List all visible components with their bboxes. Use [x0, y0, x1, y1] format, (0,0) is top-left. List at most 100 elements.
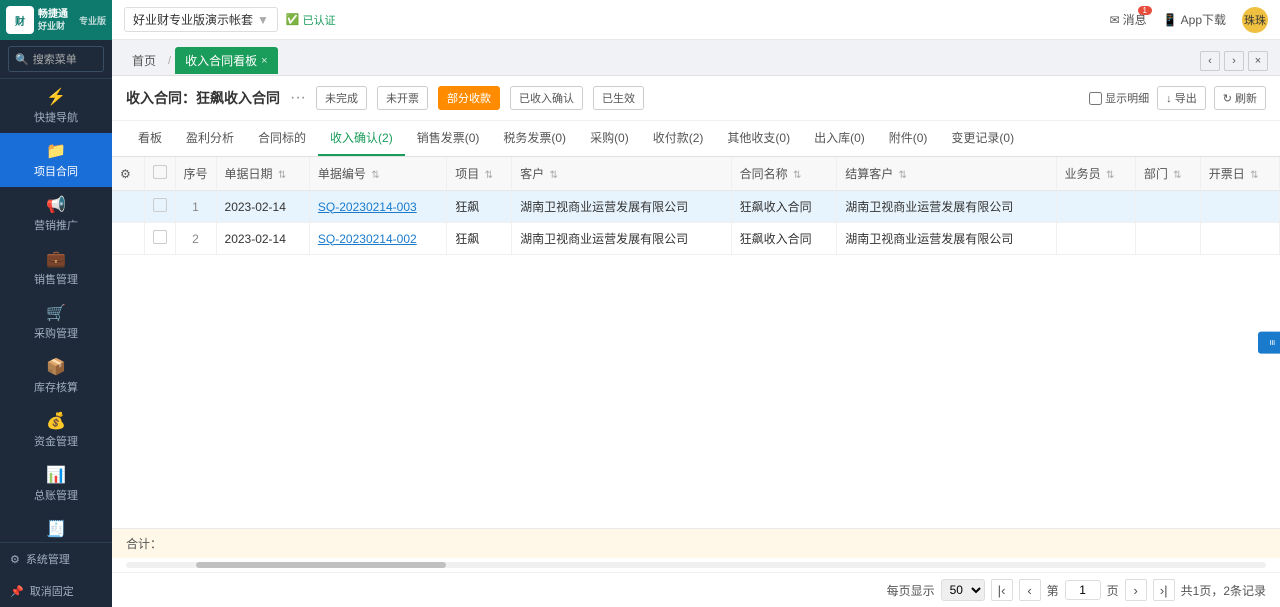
message-button[interactable]: ✉ 消息 1 — [1110, 11, 1147, 28]
td-num-2: 2 — [175, 223, 216, 255]
sub-tab-contract-items[interactable]: 合同标的 — [246, 121, 318, 156]
tab-prev-button[interactable]: ‹ — [1200, 51, 1220, 71]
sort-code-icon[interactable]: ⇅ — [371, 170, 379, 181]
sidebar-item-ledger[interactable]: 📊 总账管理 — [0, 457, 112, 511]
marketing-icon: 📢 — [46, 195, 66, 215]
sub-tab-payment[interactable]: 收付款(2) — [641, 121, 716, 156]
td-project-1: 狂飙 — [447, 191, 512, 223]
sub-tab-sales-invoice[interactable]: 销售发票(0) — [405, 121, 492, 156]
app-download-button[interactable]: 📱 App下载 — [1163, 11, 1226, 28]
page-last-button[interactable]: ›| — [1153, 579, 1175, 601]
page-first-button[interactable]: |‹ — [991, 579, 1013, 601]
refresh-icon: ↻ — [1223, 93, 1232, 105]
sort-settlement-icon[interactable]: ⇅ — [899, 170, 907, 181]
row2-checkbox[interactable] — [153, 230, 167, 244]
tab-close-all-button[interactable]: × — [1248, 51, 1268, 71]
sidebar-item-sales[interactable]: 💼 销售管理 — [0, 241, 112, 295]
invoice-icon: 🧾 — [46, 519, 66, 539]
sidebar-item-project-contract[interactable]: 📁 项目合同 — [0, 133, 112, 187]
sidebar-item-invoice[interactable]: 🧾 发票管理 — [0, 511, 112, 542]
settings-icon[interactable]: ⚙ — [120, 167, 131, 181]
tab-separator: / — [168, 55, 171, 67]
sidebar-item-inventory[interactable]: 📦 库存核算 — [0, 349, 112, 403]
sub-tab-attachments[interactable]: 附件(0) — [877, 121, 940, 156]
export-icon: ↓ — [1166, 93, 1172, 105]
sub-tab-in-out-warehouse[interactable]: 出入库(0) — [802, 121, 877, 156]
page-next-button[interactable]: › — [1125, 579, 1147, 601]
message-icon: ✉ — [1110, 13, 1120, 27]
topbar-right: ✉ 消息 1 📱 App下载 珠珠 — [1110, 7, 1268, 33]
th-project: 项目 ⇅ — [447, 157, 512, 191]
sidebar-item-unpin[interactable]: 📌 取消固定 — [0, 575, 112, 607]
company-selector[interactable]: 好业财专业版演示帐套 ▼ — [124, 7, 278, 32]
status-incomplete-button[interactable]: 未完成 — [316, 86, 367, 110]
tabbar: 首页 / 收入合同看板 × ‹ › × — [112, 40, 1280, 76]
th-settings: ⚙ — [112, 157, 144, 191]
sub-tab-dashboard[interactable]: 看板 — [126, 121, 174, 156]
topbar: 好业财专业版演示帐套 ▼ ✅ 已认证 ✉ 消息 1 📱 App下载 珠珠 — [112, 0, 1280, 40]
inventory-icon: 📦 — [46, 357, 66, 377]
export-button[interactable]: ↓ 导出 — [1157, 86, 1206, 110]
more-options-button[interactable]: ··· — [290, 89, 306, 107]
td-project-2: 狂飙 — [447, 223, 512, 255]
avatar[interactable]: 珠珠 — [1242, 7, 1268, 33]
tab-close-button[interactable]: × — [261, 55, 267, 67]
sidebar-item-finance[interactable]: 💰 资金管理 — [0, 403, 112, 457]
sidebar-search-section: 🔍 搜索菜单 — [0, 40, 112, 79]
page-prev-button[interactable]: ‹ — [1019, 579, 1041, 601]
status-income-confirmed-button[interactable]: 已收入确认 — [510, 86, 583, 110]
table-row: 1 2023-02-14 SQ-20230214-003 狂飙 湖南卫视商业运营… — [112, 191, 1280, 223]
sort-project-icon[interactable]: ⇅ — [485, 170, 493, 181]
status-uninvoiced-button[interactable]: 未开票 — [377, 86, 428, 110]
sort-customer-icon[interactable]: ⇅ — [550, 170, 558, 181]
tab-next-button[interactable]: › — [1224, 51, 1244, 71]
tab-home[interactable]: 首页 — [124, 48, 164, 73]
row1-checkbox[interactable] — [153, 198, 167, 212]
record-link-2[interactable]: SQ-20230214-002 — [318, 232, 417, 246]
ledger-icon: 📊 — [46, 465, 66, 485]
th-customer: 客户 ⇅ — [512, 157, 731, 191]
sub-tab-other-income[interactable]: 其他收支(0) — [715, 121, 802, 156]
page-number-input[interactable] — [1065, 580, 1101, 600]
sidebar-item-marketing[interactable]: 📢 营销推广 — [0, 187, 112, 241]
td-billing-date-1 — [1200, 191, 1279, 223]
show-detail-checkbox-label[interactable]: 显示明细 — [1089, 90, 1149, 106]
sub-tab-profit[interactable]: 盈利分析 — [174, 121, 246, 156]
status-partial-payment-button[interactable]: 部分收款 — [438, 86, 500, 110]
per-page-select[interactable]: 50 — [941, 579, 985, 601]
sort-billing-date-icon[interactable]: ⇅ — [1250, 170, 1258, 181]
main-area: 好业财专业版演示帐套 ▼ ✅ 已认证 ✉ 消息 1 📱 App下载 珠珠 首页 … — [112, 0, 1280, 607]
sort-department-icon[interactable]: ⇅ — [1173, 170, 1181, 181]
td-contract-2: 狂飙收入合同 — [731, 223, 837, 255]
refresh-button[interactable]: ↻ 刷新 — [1214, 86, 1266, 110]
sub-tab-change-log[interactable]: 变更记录(0) — [939, 121, 1026, 156]
horizontal-scrollbar-thumb[interactable] — [196, 562, 446, 568]
td-date-2: 2023-02-14 — [216, 223, 309, 255]
tab-navigation: ‹ › × — [1200, 51, 1268, 71]
td-department-2 — [1135, 223, 1200, 255]
sidebar-item-quick-nav[interactable]: ⚡ 快捷导航 — [0, 79, 112, 133]
sidebar-item-system[interactable]: ⚙ 系统管理 — [0, 543, 112, 575]
sub-tab-tax-invoice[interactable]: 税务发票(0) — [491, 121, 578, 156]
record-link-1[interactable]: SQ-20230214-003 — [318, 200, 417, 214]
select-all-checkbox[interactable] — [153, 165, 167, 179]
purchase-icon: 🛒 — [46, 303, 66, 323]
sidebar-item-purchase[interactable]: 🛒 采购管理 — [0, 295, 112, 349]
sort-date-icon[interactable]: ⇅ — [278, 170, 286, 181]
floating-action-panel[interactable]: ≡ — [1258, 331, 1280, 354]
status-effective-button[interactable]: 已生效 — [593, 86, 644, 110]
search-menu-button[interactable]: 🔍 搜索菜单 — [8, 46, 104, 72]
sidebar-bottom: ⚙ 系统管理 📌 取消固定 — [0, 542, 112, 607]
sort-salesperson-icon[interactable]: ⇅ — [1106, 170, 1114, 181]
sort-contract-icon[interactable]: ⇅ — [793, 170, 801, 181]
sub-tab-income-confirm[interactable]: 收入确认(2) — [318, 121, 405, 156]
sidebar-menu: ⚡ 快捷导航 📁 项目合同 📢 营销推广 💼 销售管理 🛒 采购管理 📦 库存核… — [0, 79, 112, 542]
sub-tab-purchase[interactable]: 采购(0) — [578, 121, 641, 156]
chevron-down-icon: ▼ — [257, 13, 269, 27]
show-detail-checkbox[interactable] — [1089, 92, 1102, 105]
horizontal-scrollbar-track[interactable] — [126, 562, 1266, 568]
tab-contract-board[interactable]: 收入合同看板 × — [175, 47, 277, 74]
logo-text: 畅捷通 好业财 — [38, 9, 68, 32]
page-label-static: 第 — [1047, 582, 1059, 599]
verified-badge: ✅ 已认证 — [286, 12, 336, 28]
